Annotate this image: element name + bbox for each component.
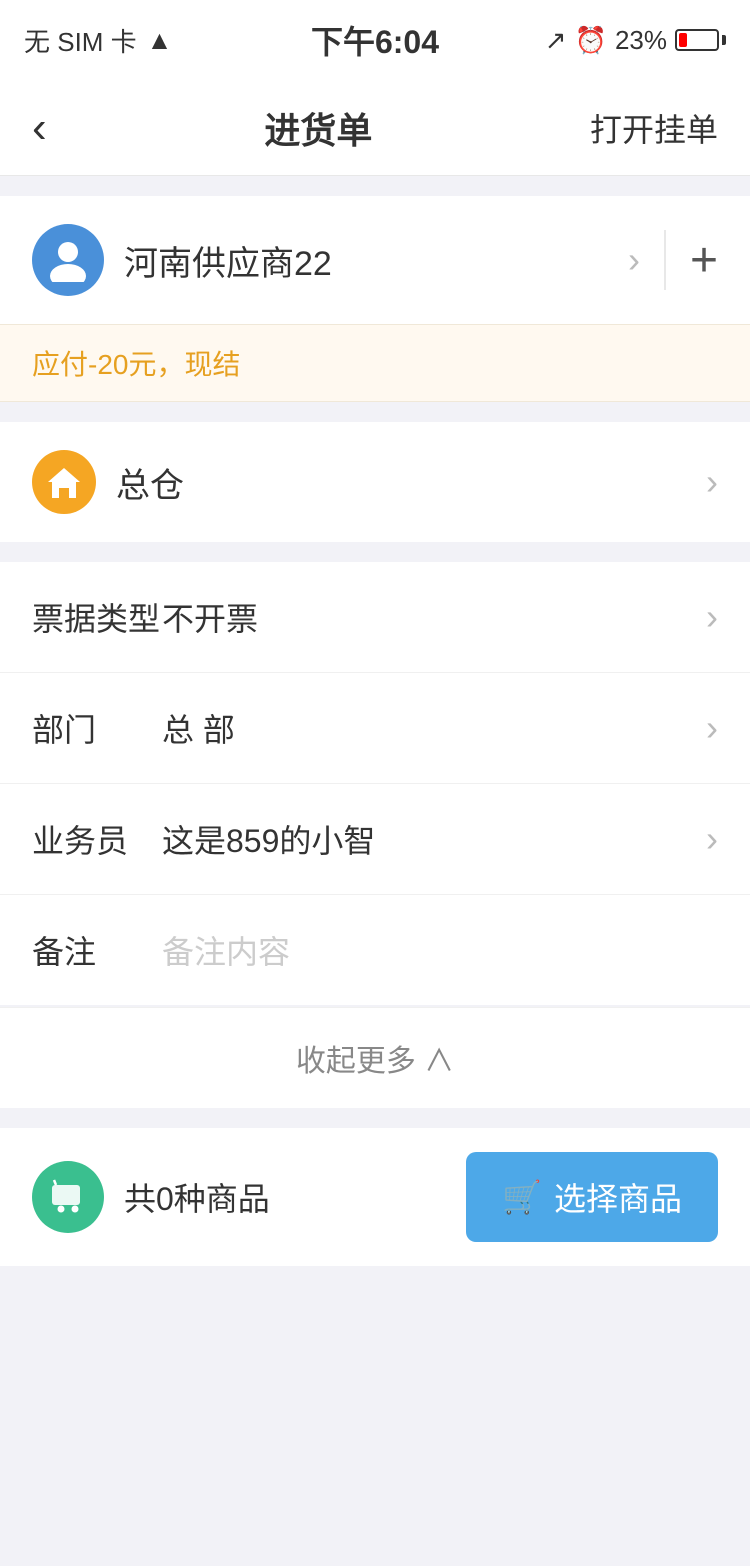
- battery-indicator: [675, 29, 726, 51]
- salesman-chevron-icon: ›: [706, 818, 718, 860]
- back-button[interactable]: ‹: [32, 103, 47, 153]
- salesman-row[interactable]: 业务员 这是859的小智 ›: [0, 784, 750, 895]
- avatar-icon: [46, 238, 90, 282]
- status-right: ↗ ⏰ 23%: [545, 25, 726, 56]
- supplier-chevron-icon: ›: [628, 239, 640, 281]
- invoice-type-chevron-icon: ›: [706, 596, 718, 638]
- wifi-icon: ▲: [147, 25, 173, 56]
- department-value: 总 部: [162, 705, 706, 751]
- collapse-section[interactable]: 收起更多 ∧: [0, 1007, 750, 1108]
- warehouse-chevron-icon: ›: [706, 461, 718, 503]
- warehouse-row[interactable]: 总仓 ›: [0, 422, 750, 542]
- status-left: 无 SIM 卡 ▲: [24, 22, 172, 59]
- supplier-row[interactable]: 河南供应商22 › +: [0, 196, 750, 324]
- supplier-right: › +: [628, 230, 718, 290]
- department-row[interactable]: 部门 总 部 ›: [0, 673, 750, 784]
- status-bar: 无 SIM 卡 ▲ 下午6:04 ↗ ⏰ 23%: [0, 0, 750, 80]
- product-count: 共0种商品: [124, 1174, 446, 1220]
- select-product-icon: 🛒: [502, 1178, 542, 1216]
- house-icon: [46, 464, 82, 500]
- remark-row[interactable]: 备注 备注内容: [0, 895, 750, 1005]
- page-background: [0, 1266, 750, 1566]
- warehouse-icon: [32, 450, 96, 514]
- open-pending-button[interactable]: 打开挂单: [590, 105, 718, 151]
- salesman-value: 这是859的小智: [162, 816, 706, 862]
- supplier-avatar: [32, 224, 104, 296]
- cart-icon: [48, 1177, 88, 1217]
- location-icon: ↗: [545, 25, 567, 56]
- carrier-label: 无 SIM 卡: [24, 22, 137, 59]
- department-label: 部门: [32, 705, 162, 751]
- page-title: 进货单: [264, 102, 372, 154]
- select-product-label: 选择商品: [554, 1174, 682, 1220]
- salesman-label: 业务员: [32, 816, 162, 862]
- supplier-section: 河南供应商22 › + 应付-20元，现结: [0, 196, 750, 402]
- status-time: 下午6:04: [311, 17, 439, 63]
- add-button[interactable]: +: [690, 233, 718, 288]
- invoice-type-label: 票据类型: [32, 594, 162, 640]
- bottom-bar: 共0种商品 🛒 选择商品: [0, 1128, 750, 1266]
- remark-label: 备注: [32, 927, 162, 973]
- notice-bar: 应付-20元，现结: [0, 324, 750, 402]
- top-divider: [0, 176, 750, 196]
- invoice-type-value: 不开票: [162, 594, 706, 640]
- nav-bar: ‹ 进货单 打开挂单: [0, 80, 750, 176]
- department-chevron-icon: ›: [706, 707, 718, 749]
- form-section: 票据类型 不开票 › 部门 总 部 › 业务员 这是859的小智 › 备注 备注…: [0, 562, 750, 1005]
- select-product-button[interactable]: 🛒 选择商品: [466, 1152, 718, 1242]
- warehouse-name: 总仓: [116, 458, 706, 507]
- supplier-name: 河南供应商22: [124, 236, 628, 285]
- product-icon: [32, 1161, 104, 1233]
- collapse-button[interactable]: 收起更多 ∧: [296, 1036, 454, 1080]
- battery-percent: 23%: [615, 25, 667, 56]
- vertical-divider: [664, 230, 666, 290]
- invoice-type-row[interactable]: 票据类型 不开票 ›: [0, 562, 750, 673]
- alarm-icon: ⏰: [575, 25, 607, 56]
- remark-placeholder: 备注内容: [162, 927, 718, 973]
